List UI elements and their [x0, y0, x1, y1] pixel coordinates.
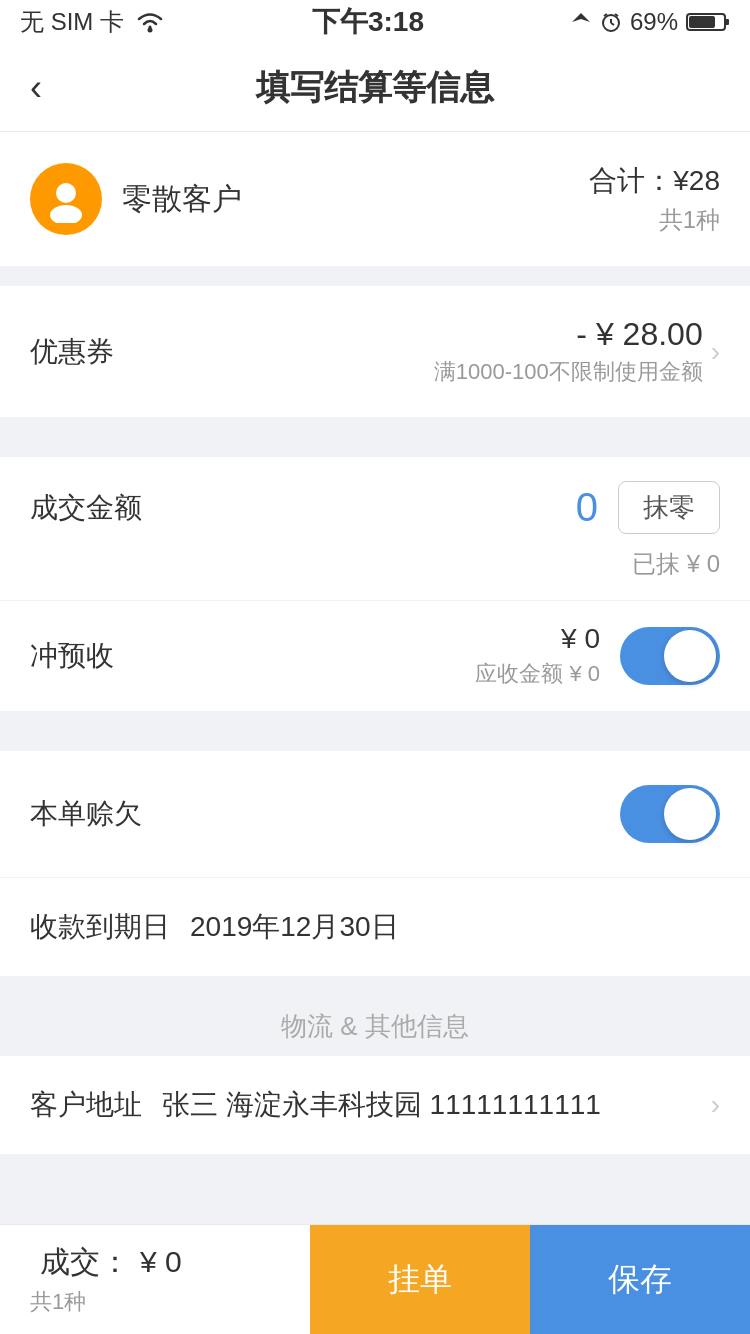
debt-section: 本单赊欠 收款到期日 2019年12月30日 [0, 751, 750, 976]
debt-toggle-knob [664, 788, 716, 840]
duedate-row: 收款到期日 2019年12月30日 [0, 877, 750, 976]
logistics-title: 物流 & 其他信息 [281, 1009, 469, 1044]
coupon-value: - ¥ 28.00 满1000-100不限制使用金额 [434, 316, 703, 387]
coupon-row[interactable]: 优惠券 - ¥ 28.00 满1000-100不限制使用金额 › [0, 286, 750, 417]
section-separator-1 [0, 437, 750, 457]
customer-row: 零散客户 合计：¥28 共1种 [0, 132, 750, 266]
section-separator-2 [0, 731, 750, 751]
address-value: 张三 海淀永丰科技园 11111111111 [162, 1086, 703, 1124]
status-right: 69% [570, 8, 730, 36]
customer-avatar [30, 163, 102, 235]
prereceive-toggle[interactable] [620, 627, 720, 685]
customer-section: 零散客户 合计：¥28 共1种 [0, 132, 750, 266]
toggle-knob [664, 630, 716, 682]
customer-left: 零散客户 [30, 163, 242, 235]
coupon-desc: 满1000-100不限制使用金额 [434, 357, 703, 387]
summary-count: 共1种 [30, 1287, 280, 1317]
address-section: 客户地址 张三 海淀永丰科技园 11111111111 › [0, 1056, 750, 1154]
address-label: 客户地址 [30, 1086, 142, 1124]
prereceive-label: 冲预收 [30, 637, 114, 675]
prereceive-receivable: 应收金额 ¥ 0 [475, 659, 600, 689]
hold-button[interactable]: 挂单 [310, 1225, 530, 1335]
svg-point-9 [56, 183, 76, 203]
amount-section: 成交金额 0 抹零 已抹 ¥ 0 冲预收 ¥ 0 应收金额 ¥ 0 [0, 457, 750, 711]
amount-label: 成交金额 [30, 489, 142, 527]
alarm-icon [600, 11, 622, 33]
svg-point-0 [148, 28, 153, 33]
summary-deal: 成交： ¥ 0 [30, 1242, 280, 1283]
coupon-discount: - ¥ 28.00 [576, 316, 702, 353]
bottom-bar: 成交： ¥ 0 共1种 挂单 保存 [0, 1224, 750, 1334]
back-button[interactable]: ‹ [30, 67, 42, 109]
prereceive-amount: ¥ 0 [475, 623, 600, 655]
battery-percent: 69% [630, 8, 678, 36]
battery-icon [686, 11, 730, 33]
amount-row: 成交金额 0 抹零 [0, 457, 750, 544]
chevron-right-icon: › [711, 336, 720, 368]
sim-status: 无 SIM 卡 [20, 6, 124, 38]
prereceive-amounts: ¥ 0 应收金额 ¥ 0 [475, 623, 600, 689]
wifi-icon [134, 11, 166, 33]
debt-label: 本单赊欠 [30, 795, 142, 833]
deal-value: ¥ 0 [140, 1245, 182, 1278]
status-bar: 无 SIM 卡 下午3:18 69% [0, 0, 750, 44]
avatar-icon [42, 175, 90, 223]
location-icon [570, 11, 592, 33]
logistics-separator: 物流 & 其他信息 [0, 996, 750, 1056]
save-button[interactable]: 保存 [530, 1225, 750, 1335]
customer-count: 共1种 [589, 204, 720, 236]
svg-point-10 [50, 205, 82, 223]
address-chevron-icon: › [711, 1089, 720, 1121]
customer-name: 零散客户 [122, 179, 242, 220]
coupon-section: 优惠券 - ¥ 28.00 满1000-100不限制使用金额 › [0, 286, 750, 417]
nav-bar: ‹ 填写结算等信息 [0, 44, 750, 132]
duedate-label: 收款到期日 [30, 908, 170, 946]
svg-rect-7 [725, 19, 729, 25]
deal-label: 成交： [40, 1245, 130, 1278]
customer-total: 合计：¥28 [589, 162, 720, 200]
address-row[interactable]: 客户地址 张三 海淀永丰科技园 11111111111 › [0, 1056, 750, 1154]
round-button[interactable]: 抹零 [618, 481, 720, 534]
debt-toggle[interactable] [620, 785, 720, 843]
debt-row: 本单赊欠 [0, 751, 750, 877]
prereceive-row: 冲预收 ¥ 0 应收金额 ¥ 0 [0, 600, 750, 711]
svg-line-3 [611, 23, 614, 25]
amount-input-area: 0 抹零 [576, 481, 720, 534]
page-title: 填写结算等信息 [256, 65, 494, 111]
summary-left: 成交： ¥ 0 共1种 [0, 1242, 310, 1317]
prereceive-right: ¥ 0 应收金额 ¥ 0 [475, 623, 720, 689]
status-time: 下午3:18 [312, 3, 424, 41]
svg-rect-8 [689, 16, 715, 28]
status-left: 无 SIM 卡 [20, 6, 166, 38]
coupon-label: 优惠券 [30, 333, 114, 371]
amount-value[interactable]: 0 [576, 485, 598, 530]
amount-sub: 已抹 ¥ 0 [0, 544, 750, 600]
customer-right: 合计：¥28 共1种 [589, 162, 720, 236]
duedate-value[interactable]: 2019年12月30日 [190, 908, 399, 946]
